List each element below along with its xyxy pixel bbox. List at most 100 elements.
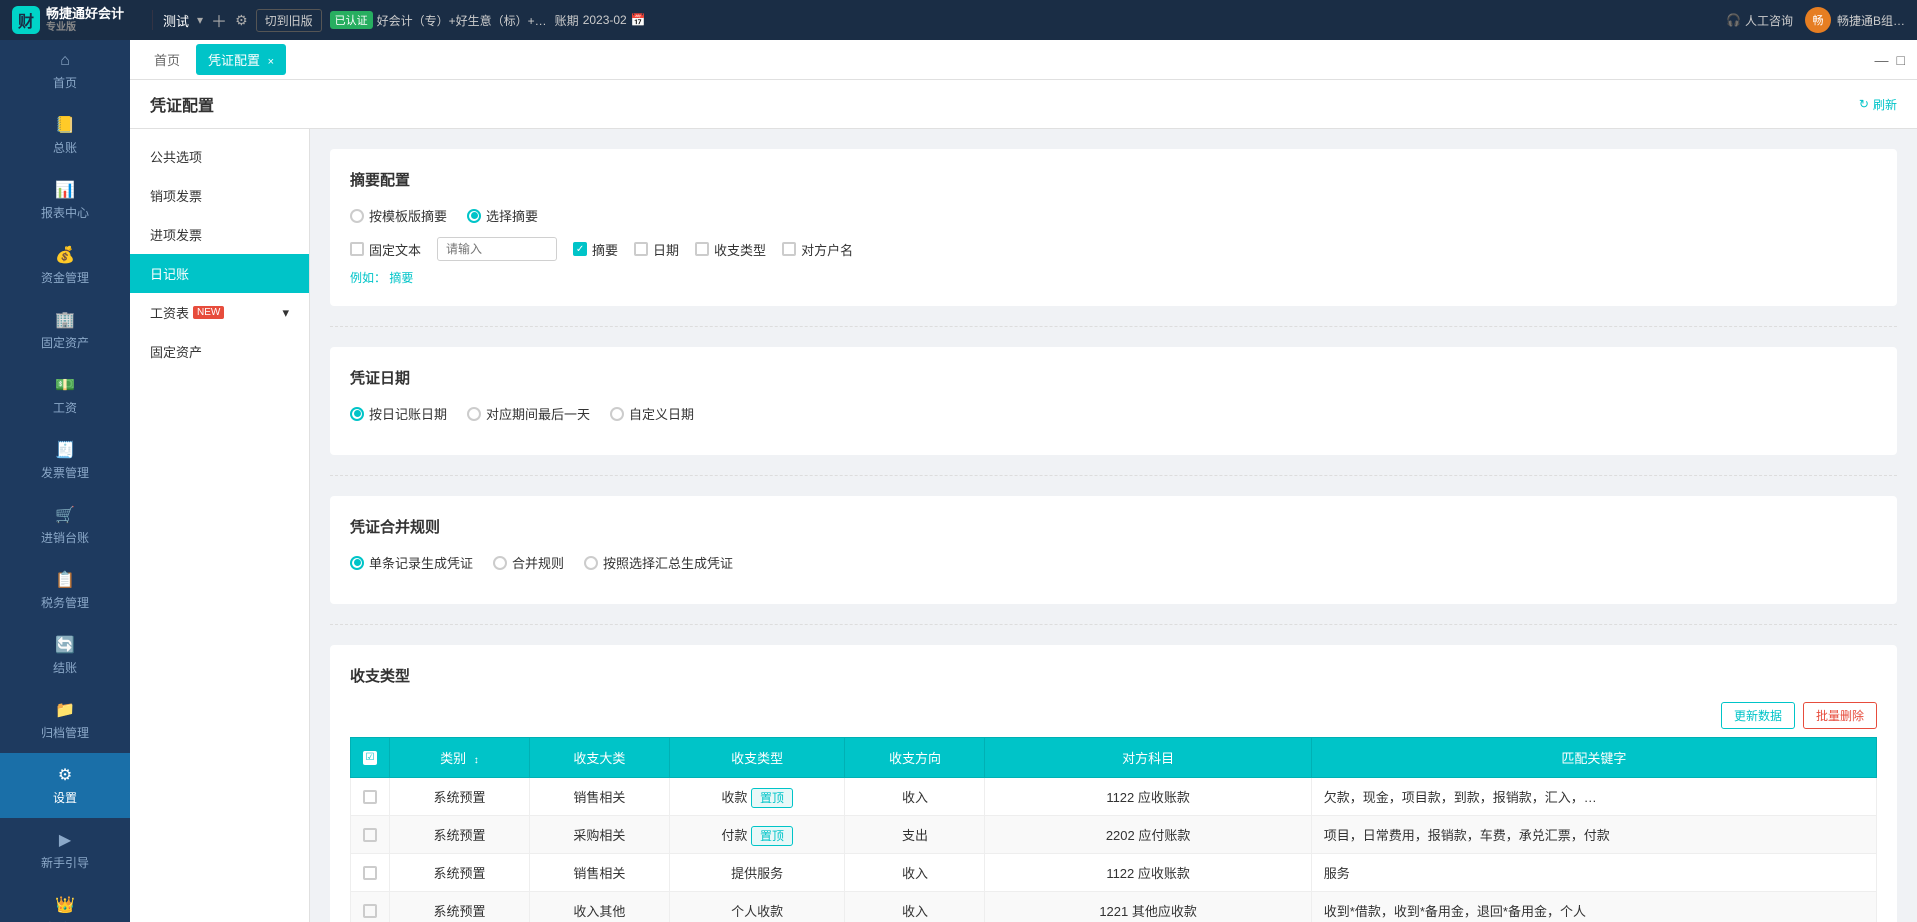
- type-badge-1[interactable]: 置顶: [751, 826, 793, 846]
- right-content: 摘要配置 按模板版摘要 选择摘要: [310, 129, 1917, 922]
- example-text: 例如： 摘要: [350, 269, 1877, 286]
- topbar-tab-name: 测试: [163, 11, 189, 30]
- cell-checkbox-0[interactable]: [351, 778, 390, 816]
- select-all-checkbox[interactable]: ☑: [363, 751, 377, 765]
- sidebar-item-home[interactable]: ⌂ 首页: [0, 40, 130, 103]
- page-header: 凭证配置 ↻ 刷新: [130, 80, 1917, 129]
- invoice-mgmt-icon: 🧾: [55, 440, 75, 460]
- sidebar-item-invoice-mgmt[interactable]: 🧾 发票管理: [0, 428, 130, 493]
- checkbox-type[interactable]: 收支类型: [695, 240, 766, 259]
- radio-select-total[interactable]: 按照选择汇总生成凭证: [584, 553, 733, 572]
- sidebar-label-reports: 报表中心: [41, 204, 89, 221]
- sidebar-item-settings[interactable]: ⚙ 设置: [0, 753, 130, 818]
- sidebar-item-reports[interactable]: 📊 报表中心: [0, 168, 130, 233]
- radio-single[interactable]: 单条记录生成凭证: [350, 553, 473, 572]
- cell-checkbox-2[interactable]: [351, 854, 390, 892]
- content-area: 首页 凭证配置 × — □ 凭证配置 ↻ 刷新: [130, 40, 1917, 922]
- sidebar-item-purchase[interactable]: 🛒 进销台账: [0, 493, 130, 558]
- type-badge-0[interactable]: 置顶: [751, 788, 793, 808]
- sidebar-item-funds[interactable]: 💰 资金管理: [0, 233, 130, 298]
- sort-icon-category[interactable]: ↕: [474, 755, 479, 766]
- left-menu: 公共选项 销项发票 进项发票 日记账 工资表 NEW: [130, 129, 310, 922]
- tab-close-icon[interactable]: ×: [268, 56, 274, 68]
- topbar-gear-icon[interactable]: ⚙: [235, 12, 248, 29]
- left-menu-salary-table[interactable]: 工资表 NEW ▾: [130, 293, 309, 332]
- cell-checkbox-1[interactable]: [351, 816, 390, 854]
- summary-title: 摘要配置: [350, 169, 1877, 190]
- radio-select-summary[interactable]: 选择摘要: [467, 206, 538, 225]
- radio-journal-date[interactable]: 按日记账日期: [350, 404, 447, 423]
- left-menu-sales-invoice[interactable]: 销项发票: [130, 176, 309, 215]
- topbar-dropdown-arrow[interactable]: ▾: [197, 13, 203, 27]
- sidebar-item-salary[interactable]: 💵 工资: [0, 363, 130, 428]
- period-label: 账期: [555, 12, 579, 29]
- sidebar-item-guide[interactable]: ▶ 新手引导: [0, 818, 130, 883]
- th-direction: 收支方向: [845, 738, 985, 778]
- sidebar-item-member[interactable]: 👑 畅会员: [0, 883, 130, 922]
- calendar-icon[interactable]: 📅: [631, 13, 646, 27]
- maximize-btn[interactable]: □: [1897, 52, 1905, 68]
- th-match-keyword: 匹配关键字: [1311, 738, 1876, 778]
- checkbox-box-summary: ✓: [573, 242, 587, 256]
- cell-direction-0: 收入: [845, 778, 985, 816]
- tax-icon: 📋: [55, 570, 75, 590]
- checkbox-fixed-text[interactable]: 固定文本: [350, 240, 421, 259]
- cell-checkbox-3[interactable]: [351, 892, 390, 922]
- cell-major-type-0: 销售相关: [529, 778, 669, 816]
- left-menu-public[interactable]: 公共选项: [130, 137, 309, 176]
- radio-dot-select: [467, 209, 481, 223]
- date-radio-group: 按日记账日期 对应期间最后一天 自定义日期: [350, 404, 1877, 423]
- checkbox-date[interactable]: 日期: [634, 240, 679, 259]
- cell-major-type-1: 采购相关: [529, 816, 669, 854]
- cell-major-type-2: 销售相关: [529, 854, 669, 892]
- ie-title: 收支类型: [350, 665, 1877, 686]
- left-menu-fixed-assets[interactable]: 固定资产: [130, 332, 309, 371]
- sidebar-item-archive[interactable]: 📁 归档管理: [0, 688, 130, 753]
- divider-1: [330, 326, 1897, 327]
- sidebar-label-invoice-mgmt: 发票管理: [41, 464, 89, 481]
- sidebar-label-settings: 设置: [53, 789, 77, 806]
- logo-icon: 财: [12, 6, 40, 34]
- minimize-btn[interactable]: —: [1875, 52, 1889, 68]
- left-menu-purchase-invoice[interactable]: 进项发票: [130, 215, 309, 254]
- batch-delete-btn[interactable]: 批量删除: [1803, 702, 1877, 729]
- radio-template-summary[interactable]: 按模板版摘要: [350, 206, 447, 225]
- merge-section: 凭证合并规则 单条记录生成凭证 合并规则: [330, 496, 1897, 604]
- sidebar-item-assets[interactable]: 🏢 固定资产: [0, 298, 130, 363]
- tab-home[interactable]: 首页: [142, 44, 192, 75]
- checkbox-counterpart[interactable]: 对方户名: [782, 240, 853, 259]
- row-checkbox-0[interactable]: [363, 790, 377, 804]
- logo-line2: 专业版: [46, 22, 124, 34]
- refresh-btn[interactable]: ↻ 刷新: [1859, 96, 1897, 113]
- ledger-icon: 📒: [55, 115, 75, 135]
- sidebar-item-tax[interactable]: 📋 税务管理: [0, 558, 130, 623]
- table-row: 系统预置 销售相关 收款 置顶 收入 1122 应收账款 欠款，现金，项目款，到…: [351, 778, 1877, 816]
- cell-category-2: 系统预置: [390, 854, 530, 892]
- cell-income-type-2: 提供服务: [669, 854, 845, 892]
- tab-voucher[interactable]: 凭证配置 ×: [196, 44, 286, 75]
- sidebar-item-ledger[interactable]: 📒 总账: [0, 103, 130, 168]
- cell-income-type-1: 付款 置顶: [669, 816, 845, 854]
- merge-title: 凭证合并规则: [350, 516, 1877, 537]
- member-icon: 👑: [55, 895, 75, 915]
- topbar-badge: 已认证 好会计（专）+好生意（标）+…: [330, 11, 547, 29]
- fixed-text-input[interactable]: [437, 237, 557, 261]
- left-menu-daily-ledger[interactable]: 日记账: [130, 254, 309, 293]
- support-btn[interactable]: 🎧 人工咨询: [1726, 12, 1793, 29]
- radio-period-last[interactable]: 对应期间最后一天: [467, 404, 590, 423]
- topbar-add-btn[interactable]: ＋: [211, 8, 227, 32]
- user-menu[interactable]: 畅 畅捷通B组…: [1805, 7, 1905, 33]
- table-row: 系统预置 采购相关 付款 置顶 支出 2202 应付账款 项目，日常费用，报销款…: [351, 816, 1877, 854]
- update-data-btn[interactable]: 更新数据: [1721, 702, 1795, 729]
- topbar-version-btn[interactable]: 切到旧版: [256, 9, 322, 32]
- radio-merge-rule[interactable]: 合并规则: [493, 553, 564, 572]
- row-checkbox-3[interactable]: [363, 904, 377, 918]
- radio-dot-single: [350, 556, 364, 570]
- radio-custom-date[interactable]: 自定义日期: [610, 404, 694, 423]
- topbar-divider: [152, 10, 153, 30]
- sidebar-item-settlement[interactable]: 🔄 结账: [0, 623, 130, 688]
- checkbox-summary[interactable]: ✓ 摘要: [573, 240, 618, 259]
- row-checkbox-2[interactable]: [363, 866, 377, 880]
- row-checkbox-1[interactable]: [363, 828, 377, 842]
- th-checkbox[interactable]: ☑: [351, 738, 390, 778]
